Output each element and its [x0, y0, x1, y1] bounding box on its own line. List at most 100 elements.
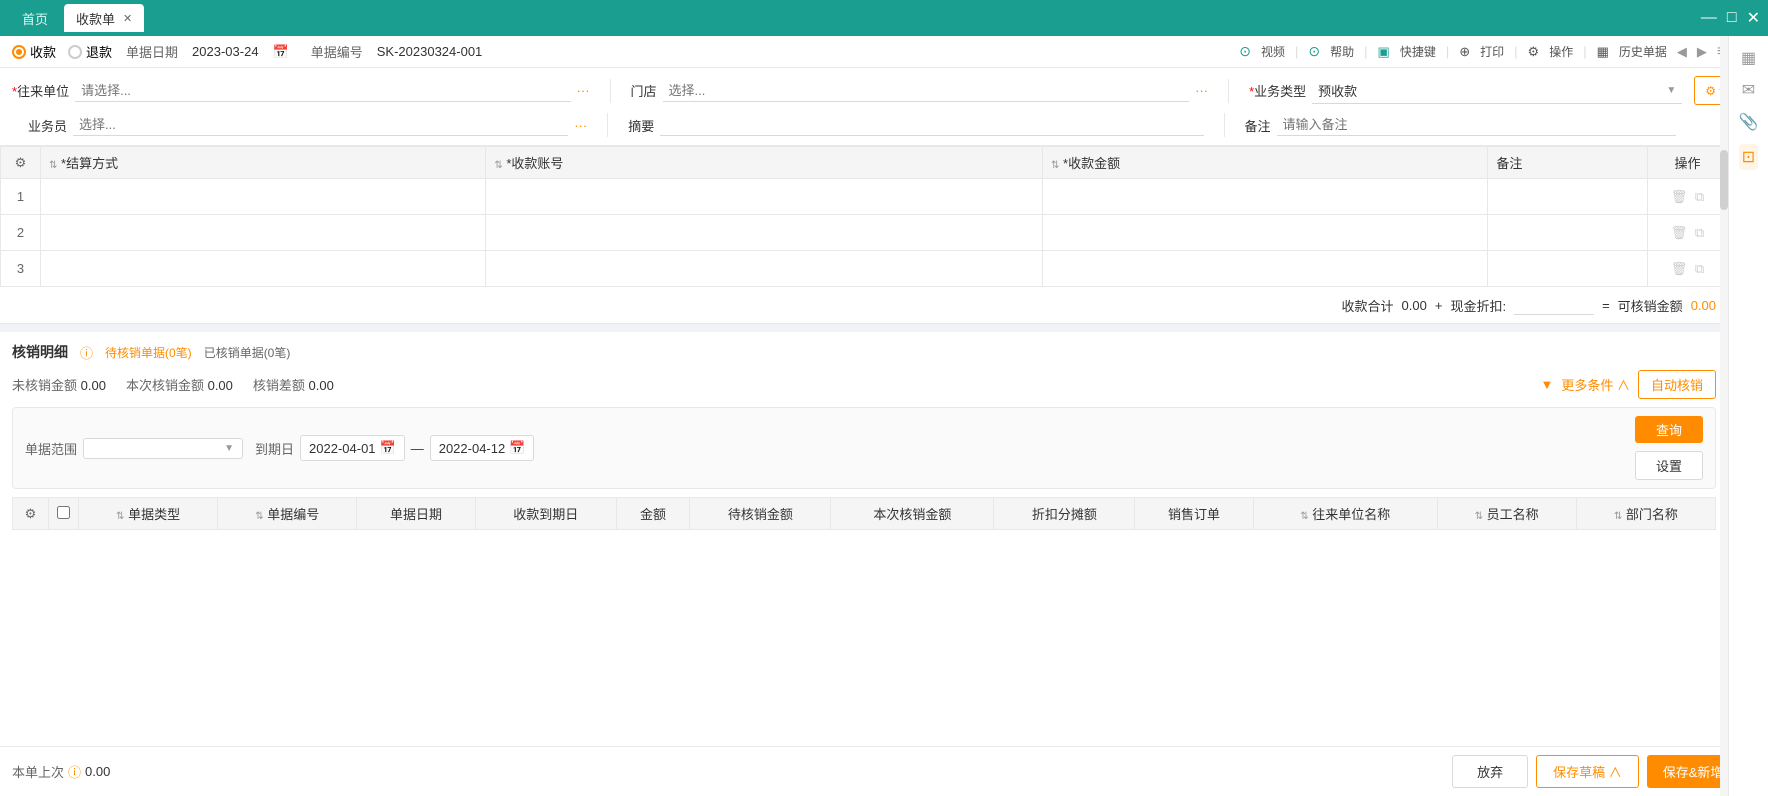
row1-amount[interactable] [1043, 179, 1488, 215]
sort-account-icon[interactable]: ⇅ [494, 160, 502, 171]
col-action-header: 操作 [1648, 147, 1728, 179]
window-maximize[interactable]: □ [1727, 9, 1737, 27]
detail-table: ⚙ ⇅ 单据类型 ⇅ 单据编号 单据日期 [12, 497, 1716, 530]
salesperson-input[interactable] [73, 114, 568, 136]
sort-counterparty-icon[interactable]: ⇅ [1300, 511, 1308, 522]
help-icon: ⊙ [1308, 43, 1320, 60]
row2-delete-icon[interactable]: 🗑 [1671, 225, 1688, 240]
sidebar-table-icon[interactable]: ▦ [1741, 48, 1756, 68]
row2-copy-icon[interactable]: ⧉ [1695, 225, 1704, 240]
tab-receipt[interactable]: 收款单 ✕ [64, 4, 144, 32]
scrollbar-track [1720, 36, 1728, 796]
detail-col-amount: 金额 [616, 498, 690, 530]
summary-row: 收款合计 0.00 + 现金折扣: = 可核销金额 0.00 [0, 287, 1768, 324]
sidebar-email-icon[interactable]: ✉ [1742, 80, 1755, 100]
nav-next-icon[interactable]: ▶ [1697, 44, 1707, 60]
sep5: | [1583, 44, 1586, 59]
row2-amount[interactable] [1043, 215, 1488, 251]
summary-input[interactable] [660, 114, 1203, 136]
history-btn[interactable]: 历史单据 [1619, 43, 1667, 60]
sidebar-active-icon[interactable]: ⊡ [1739, 144, 1758, 170]
window-close[interactable]: ✕ [1747, 8, 1760, 28]
row1-remark[interactable] [1488, 179, 1648, 215]
due-date-end[interactable]: 2022-04-12 📅 [430, 435, 535, 461]
calendar-icon[interactable]: 📅 [273, 44, 289, 60]
window-minimize[interactable]: — [1701, 9, 1717, 27]
store-more-icon[interactable]: ··· [1195, 83, 1208, 98]
counterparty-input[interactable] [75, 80, 570, 102]
remark-label: 备注 [1245, 116, 1271, 135]
sort-bill-type-icon[interactable]: ⇅ [116, 511, 124, 522]
row2-num: 2 [1, 215, 41, 251]
row3-account[interactable] [486, 251, 1043, 287]
due-date-label: 到期日 [255, 439, 294, 458]
table-row: 3 🗑 ⧉ [1, 251, 1728, 287]
due-date-start[interactable]: 2022-04-01 📅 [300, 435, 405, 461]
row3-copy-icon[interactable]: ⧉ [1695, 261, 1704, 276]
select-all-checkbox[interactable] [57, 506, 70, 519]
sort-employee-icon[interactable]: ⇅ [1475, 511, 1483, 522]
sidebar-attachment-icon[interactable]: 📎 [1739, 112, 1759, 132]
row3-amount[interactable] [1043, 251, 1488, 287]
row3-remark[interactable] [1488, 251, 1648, 287]
row1-account[interactable] [486, 179, 1043, 215]
cal-end-icon[interactable]: 📅 [509, 440, 525, 456]
detail-col-checkbox[interactable] [49, 498, 79, 530]
auto-verify-btn[interactable]: 自动核销 [1638, 370, 1716, 399]
table-row: 2 🗑 ⧉ [1, 215, 1728, 251]
row3-settlement[interactable] [41, 251, 486, 287]
remark-input[interactable] [1277, 114, 1676, 136]
counterparty-more-icon[interactable]: ··· [577, 83, 590, 98]
tab-close-icon[interactable]: ✕ [123, 12, 132, 25]
video-btn[interactable]: 视频 [1261, 43, 1285, 60]
detail-col-settings[interactable]: ⚙ [13, 498, 49, 530]
abandon-btn[interactable]: 放弃 [1452, 755, 1528, 788]
completed-tab[interactable]: 已核销单据(0笔) [204, 344, 291, 361]
query-btn[interactable]: 查询 [1635, 416, 1703, 443]
row2-remark[interactable] [1488, 215, 1648, 251]
scrollbar-thumb[interactable] [1720, 150, 1728, 210]
bill-range-select[interactable]: ▼ [83, 438, 243, 459]
bottom-info-label: 本单上次 [12, 762, 64, 781]
due-date-end-val: 2022-04-12 [439, 441, 506, 456]
bottom-info-icon[interactable]: ⓘ [68, 762, 81, 781]
row1-copy-icon[interactable]: ⧉ [1695, 189, 1704, 204]
shortcut-btn[interactable]: 快捷键 [1400, 43, 1436, 60]
detail-col-bill-type: ⇅ 单据类型 [79, 498, 218, 530]
biz-type-label: *业务类型 [1249, 81, 1306, 100]
sort-dept-icon[interactable]: ⇅ [1614, 511, 1622, 522]
salesperson-field: 业务员 ··· [12, 114, 587, 136]
radio-receipt-label: 收款 [30, 42, 56, 61]
sort-bill-no-icon[interactable]: ⇅ [255, 511, 263, 522]
radio-receipt[interactable]: 收款 [12, 42, 56, 61]
operations-btn[interactable]: 操作 [1549, 43, 1573, 60]
help-btn[interactable]: 帮助 [1330, 43, 1354, 60]
print-btn[interactable]: 打印 [1480, 43, 1504, 60]
save-draft-btn[interactable]: 保存草稿 ∧ [1536, 755, 1639, 788]
row1-delete-icon[interactable]: 🗑 [1671, 189, 1688, 204]
sort-amount-icon[interactable]: ⇅ [1051, 160, 1059, 171]
sort-settlement-icon[interactable]: ⇅ [49, 160, 57, 171]
store-field: 门店 ··· [631, 80, 1209, 102]
radio-refund[interactable]: 退款 [68, 42, 112, 61]
equals-sign: = [1602, 298, 1610, 313]
salesperson-more-icon[interactable]: ··· [574, 118, 587, 133]
filter-settings-btn[interactable]: 设置 [1635, 451, 1703, 480]
bill-date-label: 单据日期 [126, 42, 178, 61]
tab-home[interactable]: 首页 [8, 4, 62, 32]
pending-tab[interactable]: 待核销单据(0笔) [105, 344, 192, 361]
row2-account[interactable] [486, 215, 1043, 251]
biz-type-select[interactable]: 预收款 ▼ [1312, 78, 1682, 104]
store-input[interactable] [663, 80, 1190, 102]
nav-prev-icon[interactable]: ◀ [1677, 44, 1687, 60]
row2-settlement[interactable] [41, 215, 486, 251]
col-settings-header[interactable]: ⚙ [1, 147, 41, 179]
discount-input[interactable] [1514, 295, 1594, 315]
tab-home-label: 首页 [22, 9, 48, 28]
cal-start-icon[interactable]: 📅 [380, 440, 396, 456]
unverified-label: 未核销金额 0.00 [12, 375, 106, 394]
row3-delete-icon[interactable]: 🗑 [1671, 261, 1688, 276]
verify-info-icon[interactable]: ⓘ [80, 343, 93, 362]
row1-settlement[interactable] [41, 179, 486, 215]
more-filter-btn[interactable]: 更多条件 ∧ [1561, 375, 1630, 394]
